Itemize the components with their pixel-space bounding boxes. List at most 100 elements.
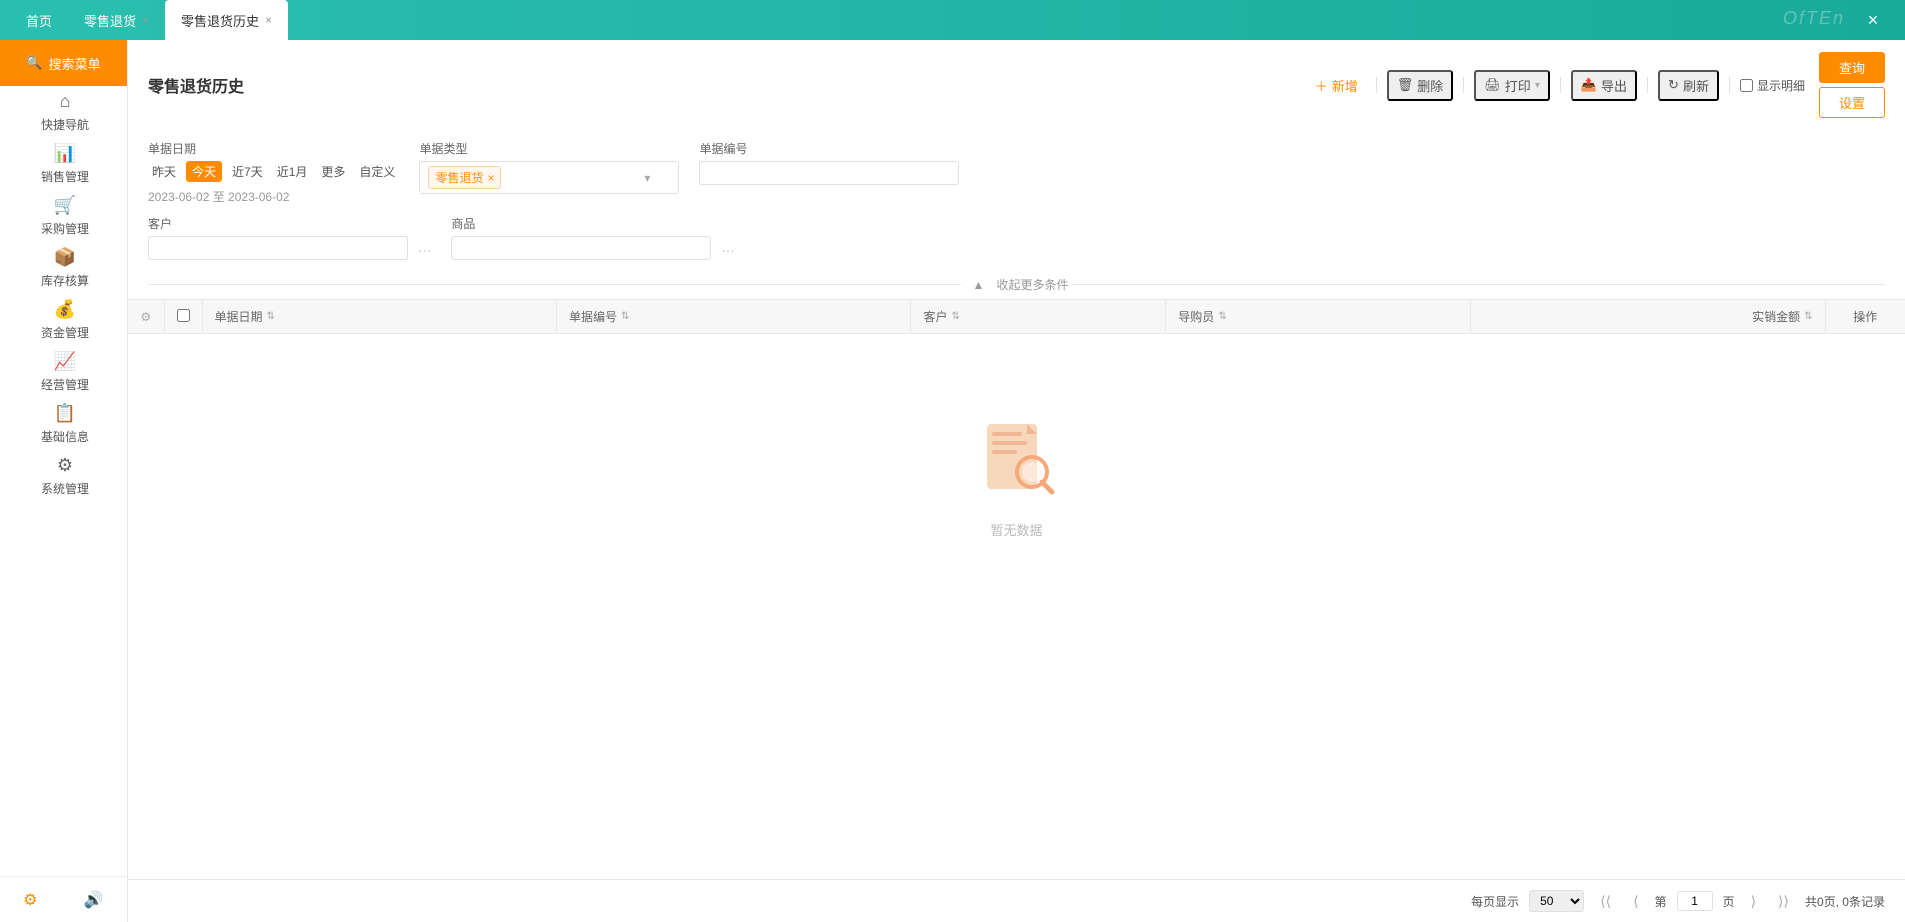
th-amount[interactable]: 实销金额 ⇅: [1470, 300, 1825, 334]
table-header: ⚙ 单据日期 ⇅ 单据编号: [128, 300, 1905, 334]
order-type-tag-close[interactable]: ×: [487, 171, 494, 185]
display-detail-checkbox[interactable]: 显示明细: [1740, 77, 1805, 94]
last-page-btn[interactable]: ⟩⟩: [1772, 891, 1795, 912]
prev-page-btn[interactable]: ⟨: [1627, 891, 1644, 912]
collapse-icon: ▲: [973, 278, 985, 292]
export-button[interactable]: 📤 导出: [1571, 70, 1637, 101]
sidebar-search[interactable]: 🔍 搜索菜单: [0, 40, 127, 86]
date-btn-7days[interactable]: 近7天: [228, 161, 267, 182]
tab-home[interactable]: 首页: [10, 0, 68, 40]
th-date[interactable]: 单据日期 ⇅: [202, 300, 556, 334]
settings-bottom-btn[interactable]: ⚙: [23, 890, 37, 910]
order-type-select[interactable]: 零售退货 × ▾: [419, 161, 679, 194]
settings-icon[interactable]: ⚙: [140, 310, 151, 324]
next-page-btn[interactable]: ⟩: [1745, 891, 1762, 912]
collapse-label: 收起更多条件: [996, 276, 1068, 293]
sidebar-item-purchase[interactable]: 🛒 采购管理: [0, 190, 127, 242]
th-action-label: 操作: [1853, 310, 1877, 324]
window-close-button[interactable]: ×: [1857, 4, 1889, 36]
date-btn-today[interactable]: 今天: [186, 161, 222, 182]
search-icon: 🔍: [26, 55, 42, 71]
customer-dots[interactable]: ...: [418, 239, 431, 257]
sidebar-item-business[interactable]: 📈 经营管理: [0, 346, 127, 398]
top-bar-right: ×: [1857, 4, 1905, 36]
home-icon: ⌂: [60, 91, 71, 112]
th-customer[interactable]: 客户 ⇅: [911, 300, 1166, 334]
system-icon: ⚙: [57, 455, 73, 476]
print-dropdown-icon: ▾: [1535, 80, 1540, 91]
date-filter-label: 单据日期: [148, 140, 399, 157]
th-checkbox: [164, 300, 202, 334]
date-btn-yesterday[interactable]: 昨天: [148, 161, 180, 182]
date-btn-more[interactable]: 更多: [317, 161, 349, 182]
page-number-input[interactable]: [1677, 891, 1713, 911]
date-sort[interactable]: 单据日期 ⇅: [215, 308, 544, 325]
export-icon: 📤: [1581, 77, 1597, 93]
date-quick-buttons: 昨天 今天 近7天 近1月 更多 自定义: [148, 161, 399, 182]
tab-retail-return-history-close[interactable]: ×: [265, 13, 272, 27]
table-area: ⚙ 单据日期 ⇅ 单据编号: [128, 300, 1905, 879]
tab-retail-return-label: 零售退货: [84, 11, 136, 30]
print-label: 打印: [1505, 76, 1531, 95]
print-button[interactable]: 🖨 打印 ▾: [1474, 70, 1550, 101]
th-guide[interactable]: 导购员 ⇅: [1166, 300, 1471, 334]
first-page-btn[interactable]: ⟨⟨: [1594, 891, 1617, 912]
th-customer-label: 客户: [923, 308, 947, 325]
goods-input[interactable]: [451, 236, 711, 260]
sidebar-item-system[interactable]: ⚙ 系统管理: [0, 450, 127, 502]
th-settings[interactable]: ⚙: [128, 300, 164, 334]
th-order-no[interactable]: 单据编号 ⇅: [556, 300, 910, 334]
divider-1: [1376, 77, 1377, 93]
order-no-input[interactable]: [699, 161, 959, 185]
display-detail-input[interactable]: [1740, 79, 1753, 92]
customer-sort-icon: ⇅: [951, 311, 959, 322]
export-label: 导出: [1601, 76, 1627, 95]
delete-button[interactable]: 🗑 删除: [1387, 70, 1454, 101]
customer-input[interactable]: [148, 236, 408, 260]
main-content: 零售退货历史 ＋ 新增 🗑 删除 🖨 打印 ▾: [128, 40, 1905, 922]
empty-row: 暂无数据: [128, 334, 1905, 620]
print-icon: 🖨: [1484, 77, 1501, 93]
pagination-bar: 每页显示 20 50 100 ⟨⟨ ⟨ 第 页 ⟩ ⟩⟩ 共0页, 0条记录: [128, 879, 1905, 922]
guide-sort[interactable]: 导购员 ⇅: [1178, 308, 1458, 325]
setting-button[interactable]: 设置: [1819, 87, 1885, 118]
sidebar-item-finance[interactable]: 💰 资金管理: [0, 294, 127, 346]
goods-dots[interactable]: ...: [721, 239, 734, 257]
order-no-label: 单据编号: [699, 140, 959, 157]
sidebar-item-sales[interactable]: 📊 销售管理: [0, 138, 127, 190]
sound-bottom-btn[interactable]: 🔊: [84, 890, 104, 910]
sidebar-item-basic-info[interactable]: 📋 基础信息: [0, 398, 127, 450]
sidebar-item-label-5: 经营管理: [41, 376, 89, 393]
refresh-button[interactable]: ↻ 刷新: [1658, 70, 1719, 101]
divider-5: [1729, 77, 1730, 93]
divider-2: [1463, 77, 1464, 93]
total-info: 共0页, 0条记录: [1805, 893, 1885, 910]
customer-sort[interactable]: 客户 ⇅: [923, 308, 1153, 325]
sidebar-item-quick-nav[interactable]: ⌂ 快捷导航: [0, 86, 127, 138]
goods-controls: ...: [451, 236, 734, 260]
collapse-bar[interactable]: ▲ 收起更多条件: [148, 270, 1885, 299]
sidebar-item-label-1: 销售管理: [41, 168, 89, 185]
tab-retail-return-history-label: 零售退货历史: [181, 11, 259, 30]
date-btn-1month[interactable]: 近1月: [273, 161, 312, 182]
sidebar-item-inventory[interactable]: 📦 库存核算: [0, 242, 127, 294]
order-type-tag: 零售退货 ×: [428, 166, 501, 189]
table-body: 暂无数据: [128, 334, 1905, 620]
amount-sort[interactable]: 实销金额 ⇅: [1483, 308, 1813, 325]
query-button[interactable]: 查询: [1819, 52, 1885, 83]
select-all-checkbox[interactable]: [177, 309, 190, 322]
tab-retail-return[interactable]: 零售退货 ×: [68, 0, 165, 40]
order-no-sort[interactable]: 单据编号 ⇅: [569, 308, 898, 325]
th-amount-label: 实销金额: [1752, 308, 1800, 325]
order-type-controls: 零售退货 × ▾: [419, 161, 679, 194]
delete-icon: 🗑: [1397, 77, 1414, 93]
new-button[interactable]: ＋ 新增: [1307, 72, 1366, 99]
tab-retail-return-close[interactable]: ×: [142, 13, 149, 27]
delete-label: 删除: [1417, 76, 1443, 95]
divider-3: [1560, 77, 1561, 93]
date-btn-custom[interactable]: 自定义: [355, 161, 399, 182]
date-sort-icon: ⇅: [267, 311, 275, 322]
finance-icon: 💰: [54, 299, 76, 320]
tab-retail-return-history[interactable]: 零售退货历史 ×: [165, 0, 288, 40]
page-size-select[interactable]: 20 50 100: [1529, 890, 1584, 912]
